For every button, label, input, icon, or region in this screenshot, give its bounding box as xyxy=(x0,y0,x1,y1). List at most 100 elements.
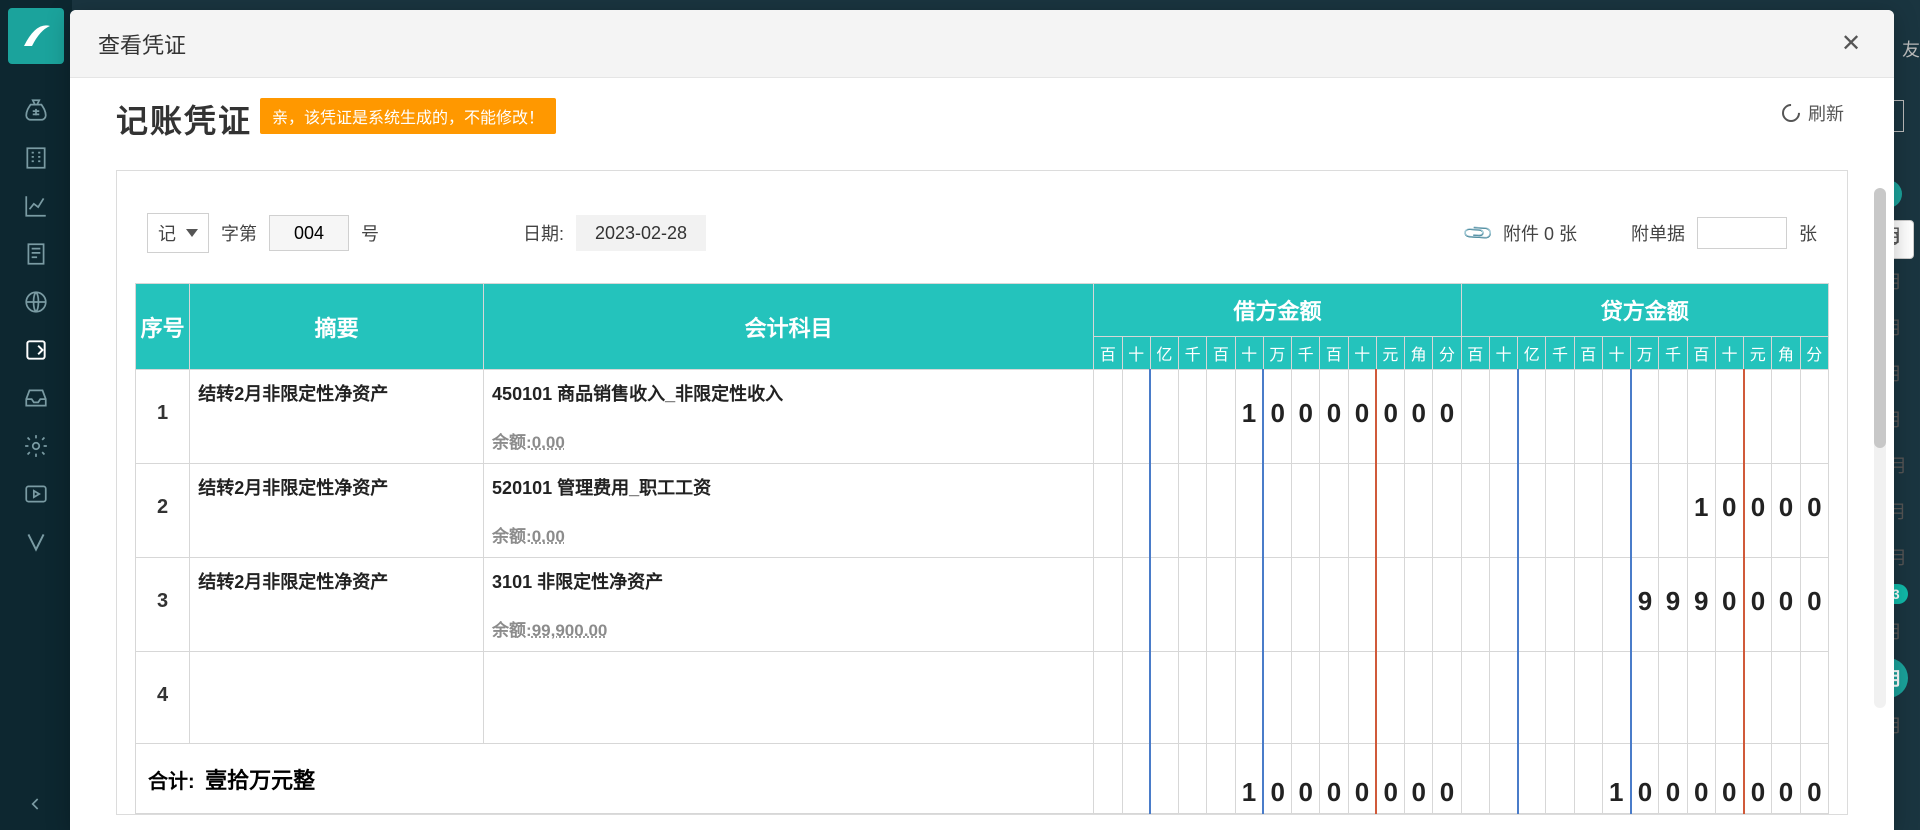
digit-cell xyxy=(1150,558,1178,652)
digit-cell xyxy=(1631,464,1659,558)
digit-cell: 0 xyxy=(1376,744,1404,814)
digit-cell xyxy=(1489,744,1517,814)
digit-cell xyxy=(1094,652,1122,744)
digit-cell: 0 xyxy=(1744,558,1772,652)
inbox-icon[interactable] xyxy=(22,384,50,412)
unit-header: 十 xyxy=(1715,337,1743,370)
digit-cell xyxy=(1405,464,1433,558)
digit-cell xyxy=(1263,652,1291,744)
digit-cell xyxy=(1207,370,1235,464)
money-bag-icon[interactable] xyxy=(22,96,50,124)
unit-header: 千 xyxy=(1179,337,1207,370)
digit-cell xyxy=(1546,370,1574,464)
digit-cell xyxy=(1659,652,1687,744)
voucher-number-input[interactable] xyxy=(269,215,349,251)
digit-cell xyxy=(1687,370,1715,464)
digit-cell xyxy=(1546,652,1574,744)
row-summary[interactable]: 结转2月非限定性净资产 xyxy=(190,464,484,558)
voucher-icon[interactable] xyxy=(22,336,50,364)
close-icon[interactable]: ✕ xyxy=(1836,29,1866,59)
slip-count-input[interactable] xyxy=(1697,217,1787,249)
refresh-button[interactable]: 刷新 xyxy=(1782,100,1844,126)
digit-cell: 0 xyxy=(1320,744,1348,814)
digit-cell xyxy=(1659,464,1687,558)
digit-cell: 0 xyxy=(1687,744,1715,814)
digit-cell xyxy=(1461,652,1489,744)
video-icon[interactable] xyxy=(22,480,50,508)
digit-cell xyxy=(1150,652,1178,744)
digit-cell xyxy=(1602,652,1630,744)
building-icon[interactable] xyxy=(22,144,50,172)
col-credit: 贷方金额 xyxy=(1461,284,1828,337)
digit-cell xyxy=(1518,464,1546,558)
digit-cell xyxy=(1179,652,1207,744)
voucher-modal: 查看凭证 ✕ 记账凭证 亲，该凭证是系统生成的，不能修改！ 刷新 记 字第 号 … xyxy=(70,10,1894,830)
modal-header: 查看凭证 ✕ xyxy=(70,10,1894,78)
total-cell: 合计: 壹拾万元整 xyxy=(136,744,1094,814)
digit-cell: 1 xyxy=(1602,744,1630,814)
zidi-label: 字第 xyxy=(221,220,257,246)
receipt-icon[interactable] xyxy=(22,240,50,268)
digit-cell xyxy=(1094,464,1122,558)
digit-cell xyxy=(1320,558,1348,652)
row-subject[interactable]: 450101 商品销售收入_非限定性收入余额:0.00 xyxy=(484,370,1094,464)
digit-cell xyxy=(1348,652,1376,744)
digit-cell xyxy=(1376,652,1404,744)
digit-cell xyxy=(1546,464,1574,558)
digit-cell: 0 xyxy=(1405,370,1433,464)
digit-cell: 0 xyxy=(1772,744,1800,814)
scrollbar-thumb[interactable] xyxy=(1874,188,1886,448)
row-subject[interactable] xyxy=(484,652,1094,744)
app-logo[interactable] xyxy=(8,8,64,64)
digit-cell xyxy=(1320,652,1348,744)
scrollbar[interactable] xyxy=(1874,188,1886,708)
digit-cell: 0 xyxy=(1715,558,1743,652)
row-subject[interactable]: 520101 管理费用_职工工资余额:0.00 xyxy=(484,464,1094,558)
table-row: 4 xyxy=(136,652,1829,744)
unit-header: 百 xyxy=(1574,337,1602,370)
voucher-type-select[interactable]: 记 xyxy=(147,213,209,253)
digit-cell xyxy=(1574,464,1602,558)
digit-cell: 0 xyxy=(1263,370,1291,464)
digit-cell xyxy=(1376,558,1404,652)
unit-header: 元 xyxy=(1376,337,1404,370)
unit-header: 亿 xyxy=(1150,337,1178,370)
total-row: 合计: 壹拾万元整1000000010000000 xyxy=(136,744,1829,814)
collapse-icon[interactable] xyxy=(22,790,50,818)
voucher-date-input[interactable] xyxy=(576,215,706,251)
digit-cell xyxy=(1292,464,1320,558)
gear-icon[interactable] xyxy=(22,432,50,460)
row-summary[interactable]: 结转2月非限定性净资产 xyxy=(190,558,484,652)
digit-cell: 0 xyxy=(1433,744,1461,814)
digit-cell xyxy=(1489,652,1517,744)
voucher-meta: 记 字第 号 日期: 📎 附件 0 张 附单据 张 xyxy=(135,213,1829,253)
row-summary[interactable] xyxy=(190,652,484,744)
digit-cell xyxy=(1631,370,1659,464)
unit-header: 亿 xyxy=(1518,337,1546,370)
unit-header: 百 xyxy=(1320,337,1348,370)
v-icon[interactable] xyxy=(22,528,50,556)
digit-cell xyxy=(1631,652,1659,744)
chart-icon[interactable] xyxy=(22,192,50,220)
digit-cell: 0 xyxy=(1772,464,1800,558)
digit-cell: 0 xyxy=(1433,370,1461,464)
row-seq: 1 xyxy=(136,370,190,464)
digit-cell xyxy=(1433,558,1461,652)
date-label: 日期: xyxy=(523,220,564,246)
digit-cell: 0 xyxy=(1348,370,1376,464)
refresh-icon xyxy=(1778,100,1803,125)
digit-cell xyxy=(1659,370,1687,464)
digit-cell: 1 xyxy=(1687,464,1715,558)
digit-cell xyxy=(1715,652,1743,744)
globe-icon[interactable] xyxy=(22,288,50,316)
digit-cell xyxy=(1489,464,1517,558)
digit-cell xyxy=(1772,370,1800,464)
digit-cell xyxy=(1094,744,1122,814)
row-summary[interactable]: 结转2月非限定性净资产 xyxy=(190,370,484,464)
row-subject[interactable]: 3101 非限定性净资产余额:99,900.00 xyxy=(484,558,1094,652)
digit-cell xyxy=(1518,370,1546,464)
unit-header: 分 xyxy=(1433,337,1461,370)
digit-cell xyxy=(1094,558,1122,652)
digit-cell: 0 xyxy=(1263,744,1291,814)
col-summary: 摘要 xyxy=(190,284,484,370)
